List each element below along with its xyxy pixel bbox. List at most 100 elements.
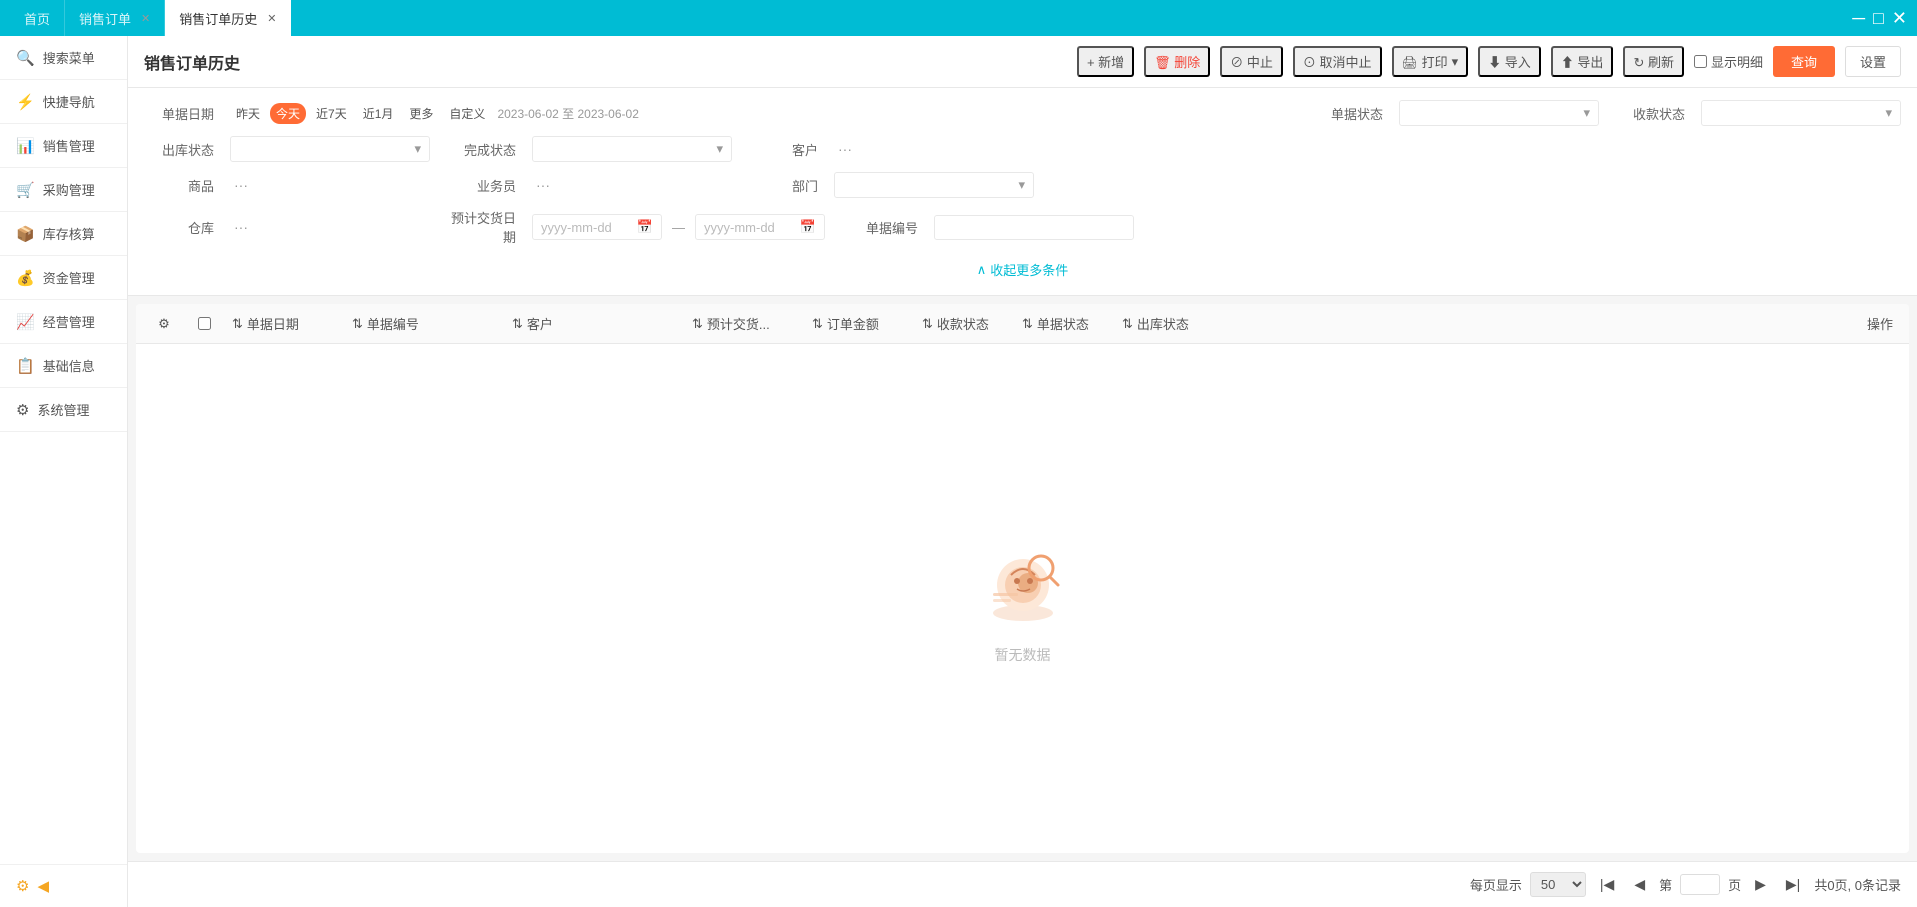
outstock-select[interactable]: ▾ — [230, 136, 430, 162]
date-btn-yesterday[interactable]: 昨天 — [230, 103, 266, 124]
tab-sales-order-history-close[interactable]: ✕ — [267, 12, 276, 25]
dept-select[interactable]: ▾ — [834, 172, 1034, 198]
col-amount[interactable]: ⇅ 订单金额 — [804, 314, 914, 333]
finance-icon: 💰 — [16, 269, 35, 287]
system-icon: ⚙ — [16, 401, 29, 419]
sidebar-item-search[interactable]: 🔍 搜索菜单 — [0, 36, 127, 80]
receipt-select[interactable]: ▾ — [1701, 100, 1901, 126]
col-settings[interactable]: ⚙ — [144, 316, 184, 332]
calendar-end-icon[interactable]: 📅 — [800, 219, 816, 235]
print-button[interactable]: 🖨 打印 ▾ — [1392, 46, 1469, 77]
import-button[interactable]: ⬇ 导入 — [1478, 46, 1541, 77]
outstock-chevron-icon: ▾ — [414, 141, 421, 157]
date-btn-7days[interactable]: 近7天 — [310, 103, 353, 124]
sidebar-item-purchase[interactable]: 🛒 采购管理 — [0, 168, 127, 212]
delivery-end-input[interactable]: yyyy-mm-dd 📅 — [695, 214, 825, 240]
goods-ellipsis-icon[interactable]: ··· — [234, 177, 248, 193]
col-num[interactable]: ⇅ 单据编号 — [344, 314, 504, 333]
col-checkbox[interactable] — [184, 317, 224, 330]
date-btn-1month[interactable]: 近1月 — [357, 103, 400, 124]
print-chevron-icon: ▾ — [1452, 54, 1459, 70]
client-ellipsis-icon[interactable]: ··· — [838, 141, 852, 157]
date-btn-more[interactable]: 更多 — [403, 103, 439, 124]
page-header: 销售订单历史 + 新增 🗑 删除 ⊘ 中止 ⊙ 取消中止 🖨 打印 ▾ — [128, 36, 1917, 88]
complete-select[interactable]: ▾ — [532, 136, 732, 162]
collapse-up-icon: ∧ — [977, 262, 987, 278]
col-date-label: 单据日期 — [247, 314, 299, 333]
sidebar-item-system[interactable]: ⚙ 系统管理 — [0, 388, 127, 432]
col-delivery[interactable]: ⇅ 预计交货... — [684, 314, 804, 333]
query-button[interactable]: 查询 — [1773, 46, 1835, 77]
stop-label: ⊘ 中止 — [1230, 52, 1273, 71]
delivery-start-input[interactable]: yyyy-mm-dd 📅 — [532, 214, 662, 240]
filter-settings-button[interactable]: 设置 — [1845, 46, 1901, 77]
refresh-button[interactable]: ↻ 刷新 — [1623, 46, 1684, 77]
table-header: ⚙ ⇅ 单据日期 ⇅ 单据编号 ⇅ 客户 ⇅ — [136, 304, 1909, 344]
date-btn-custom[interactable]: 自定义 — [443, 103, 491, 124]
tab-sales-order-history[interactable]: 销售订单历史 ✕ — [165, 0, 291, 36]
delete-button[interactable]: 🗑 删除 — [1144, 46, 1210, 77]
page-number-input[interactable]: 1 — [1680, 874, 1720, 895]
sort-out-icon: ⇅ — [1122, 316, 1133, 332]
order-num-input[interactable] — [934, 215, 1134, 240]
tab-home[interactable]: 首页 — [10, 0, 65, 36]
next-page-btn[interactable]: ▶ — [1749, 874, 1772, 895]
select-all-checkbox[interactable] — [198, 317, 211, 330]
minimize-icon[interactable]: ─ — [1852, 8, 1865, 29]
sidebar-item-finance-label: 资金管理 — [43, 268, 95, 287]
sidebar-item-sales-label: 销售管理 — [43, 136, 95, 155]
date-label: 单据日期 — [144, 104, 214, 123]
page-size-label: 每页显示 — [1470, 875, 1522, 894]
filter-row-4: 仓库 ··· 预计交货日期 yyyy-mm-dd 📅 — yyyy-mm-dd … — [144, 208, 1901, 246]
collapse-sidebar-icon[interactable]: ◀ — [37, 877, 49, 895]
dept-label: 部门 — [748, 176, 818, 195]
sort-delivery-icon: ⇅ — [692, 316, 703, 332]
sidebar-item-operations[interactable]: 📈 经营管理 — [0, 300, 127, 344]
tab-sales-order-close[interactable]: ✕ — [141, 12, 150, 25]
new-button[interactable]: + 新增 — [1077, 46, 1134, 77]
inventory-icon: 📦 — [16, 225, 35, 243]
col-receipt[interactable]: ⇅ 收款状态 — [914, 314, 1014, 333]
salesperson-label: 业务员 — [446, 176, 516, 195]
operations-icon: 📈 — [16, 313, 35, 331]
col-client[interactable]: ⇅ 客户 — [504, 314, 684, 333]
settings-bottom-icon[interactable]: ⚙ — [16, 877, 29, 895]
sidebar-item-finance[interactable]: 💰 资金管理 — [0, 256, 127, 300]
prev-page-btn[interactable]: ◀ — [1628, 874, 1651, 895]
last-page-btn[interactable]: ▶| — [1780, 874, 1806, 895]
col-out[interactable]: ⇅ 出库状态 — [1114, 314, 1214, 333]
sidebar-item-sales[interactable]: 📊 销售管理 — [0, 124, 127, 168]
new-label: + 新增 — [1087, 52, 1124, 71]
cancel-stop-button[interactable]: ⊙ 取消中止 — [1293, 46, 1382, 77]
stop-button[interactable]: ⊘ 中止 — [1220, 46, 1283, 77]
sidebar-bottom: ⚙ ◀ — [0, 864, 127, 907]
col-action-label: 操作 — [1867, 314, 1893, 333]
first-page-btn[interactable]: |◀ — [1594, 874, 1620, 895]
salesperson-ellipsis-icon[interactable]: ··· — [536, 177, 550, 193]
col-client-label: 客户 — [527, 314, 553, 333]
collapse-button[interactable]: ∧ 收起更多条件 — [144, 256, 1901, 283]
calendar-start-icon[interactable]: 📅 — [637, 219, 653, 235]
table-area: ⚙ ⇅ 单据日期 ⇅ 单据编号 ⇅ 客户 ⇅ — [136, 304, 1909, 853]
col-date[interactable]: ⇅ 单据日期 — [224, 314, 344, 333]
tab-sales-order[interactable]: 销售订单 ✕ — [65, 0, 165, 36]
expand-icon[interactable]: □ — [1873, 8, 1884, 29]
status-select[interactable]: ▾ — [1399, 100, 1599, 126]
warehouse-ellipsis-icon[interactable]: ··· — [234, 219, 248, 235]
export-button[interactable]: ⬆ 导出 — [1551, 46, 1614, 77]
display-toggle[interactable]: 显示明细 — [1694, 52, 1763, 71]
empty-text: 暂无数据 — [995, 645, 1051, 665]
col-status[interactable]: ⇅ 单据状态 — [1014, 314, 1114, 333]
sidebar-item-inventory[interactable]: 📦 库存核算 — [0, 212, 127, 256]
sidebar-item-purchase-label: 采购管理 — [43, 180, 95, 199]
date-btn-today[interactable]: 今天 — [270, 103, 306, 124]
sidebar-item-quicknav[interactable]: ⚡ 快捷导航 — [0, 80, 127, 124]
window-close-icon[interactable]: ✕ — [1892, 8, 1907, 29]
sidebar-item-basic[interactable]: 📋 基础信息 — [0, 344, 127, 388]
page-title: 销售订单历史 — [144, 50, 240, 84]
page-size-select[interactable]: 50 20 100 — [1530, 872, 1586, 897]
col-status-label: 单据状态 — [1037, 314, 1089, 333]
display-toggle-checkbox[interactable] — [1694, 55, 1707, 68]
sidebar-item-system-label: 系统管理 — [37, 400, 89, 419]
filter-area: 单据日期 昨天 今天 近7天 近1月 更多 自定义 2023-06-02 至 2… — [128, 88, 1917, 296]
